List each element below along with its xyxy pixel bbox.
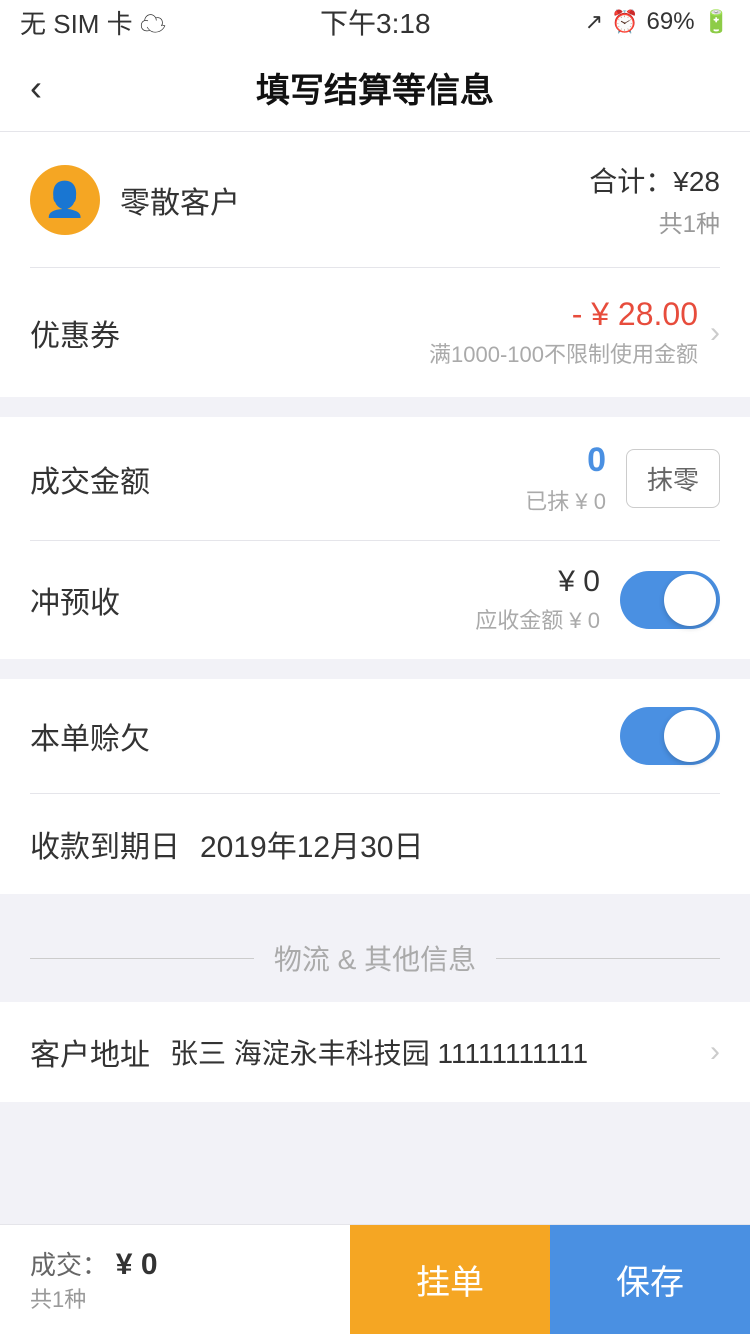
prepay-row: 冲预收 ¥ 0 应收金额 ¥ 0 bbox=[0, 541, 750, 659]
customer-card: 👤 零散客户 合计：¥28 共1种 优惠券 - ¥ 28.00 满1000-10… bbox=[0, 132, 750, 397]
debt-card: 本单赊欠 收款到期日 2019年12月30日 bbox=[0, 679, 750, 894]
chevron-right-icon: › bbox=[710, 316, 720, 350]
amount-label: 成交金额 bbox=[30, 457, 150, 501]
save-button-label: 保存 bbox=[616, 1255, 684, 1304]
total-amount: 合计：¥28 bbox=[589, 160, 720, 200]
coupon-label: 优惠券 bbox=[30, 311, 120, 355]
prepay-toggle[interactable] bbox=[620, 571, 720, 629]
prepay-label: 冲预收 bbox=[30, 578, 120, 622]
duedate-value: 2019年12月30日 bbox=[200, 822, 423, 866]
coupon-discount: - ¥ 28.00 bbox=[429, 296, 698, 333]
address-row[interactable]: 客户地址 张三 海淀永丰科技园 11111111111 › bbox=[0, 1002, 750, 1102]
bottom-summary: 成交： ¥ 0 共1种 bbox=[0, 1245, 350, 1314]
status-right: ↗ ⏰ 69% 🔋 bbox=[585, 8, 730, 36]
avatar-icon: 👤 bbox=[44, 180, 86, 220]
amount-value-block: 0 已抹 ¥ 0 bbox=[525, 441, 606, 516]
battery-label: 69% bbox=[647, 8, 695, 36]
status-time: 下午3:18 bbox=[320, 2, 431, 42]
prepay-right: ¥ 0 应收金额 ¥ 0 bbox=[475, 565, 720, 635]
avatar: 👤 bbox=[30, 165, 100, 235]
debt-toggle-knob bbox=[664, 710, 716, 762]
amount-right: 0 已抹 ¥ 0 抹零 bbox=[525, 441, 720, 516]
customer-left: 👤 零散客户 bbox=[30, 165, 240, 235]
amount-sub: 已抹 ¥ 0 bbox=[525, 484, 606, 516]
debt-toggle[interactable] bbox=[620, 707, 720, 765]
prepay-amount: ¥ 0 bbox=[475, 565, 600, 599]
customer-right: 合计：¥28 共1种 bbox=[589, 160, 720, 239]
logistics-label: 物流 & 其他信息 bbox=[274, 938, 476, 978]
customer-row: 👤 零散客户 合计：¥28 共1种 bbox=[0, 132, 750, 267]
save-button[interactable]: 保存 bbox=[550, 1225, 750, 1334]
debt-label: 本单赊欠 bbox=[30, 714, 150, 758]
bottom-amount: ¥ 0 bbox=[116, 1248, 158, 1281]
debt-row: 本单赊欠 bbox=[0, 679, 750, 793]
status-left: 无 SIM 卡 ☁ bbox=[20, 4, 166, 41]
bottom-title-row: 成交： ¥ 0 bbox=[30, 1245, 320, 1282]
content-area: 👤 零散客户 合计：¥28 共1种 优惠券 - ¥ 28.00 满1000-10… bbox=[0, 132, 750, 1242]
address-label: 客户地址 bbox=[30, 1030, 150, 1074]
address-card: 客户地址 张三 海淀永丰科技园 11111111111 › bbox=[0, 1002, 750, 1102]
logistics-divider-left bbox=[30, 958, 254, 959]
toggle-knob bbox=[664, 574, 716, 626]
amount-value: 0 bbox=[525, 441, 606, 480]
amount-row: 成交金额 0 已抹 ¥ 0 抹零 bbox=[0, 417, 750, 540]
round-button[interactable]: 抹零 bbox=[626, 449, 720, 508]
bottom-count: 共1种 bbox=[30, 1282, 320, 1314]
pending-button-label: 挂单 bbox=[416, 1255, 484, 1304]
logistics-section: 物流 & 其他信息 bbox=[0, 914, 750, 1002]
coupon-description: 满1000-100不限制使用金额 bbox=[429, 337, 698, 369]
customer-name: 零散客户 bbox=[120, 178, 240, 222]
page-title: 填写结算等信息 bbox=[256, 63, 494, 112]
coupon-row[interactable]: 优惠券 - ¥ 28.00 满1000-100不限制使用金额 › bbox=[0, 268, 750, 397]
pending-button[interactable]: 挂单 bbox=[350, 1225, 550, 1334]
coupon-right: - ¥ 28.00 满1000-100不限制使用金额 › bbox=[429, 296, 720, 369]
sim-label: 无 SIM 卡 ☁ bbox=[20, 4, 166, 41]
total-count: 共1种 bbox=[589, 204, 720, 239]
address-chevron-icon: › bbox=[710, 1035, 720, 1069]
alarm-icon: ⏰ bbox=[611, 9, 638, 35]
duedate-label: 收款到期日 bbox=[30, 822, 180, 866]
back-button[interactable]: ‹ bbox=[30, 67, 42, 109]
transaction-card: 成交金额 0 已抹 ¥ 0 抹零 冲预收 ¥ 0 应收金额 ¥ 0 bbox=[0, 417, 750, 659]
prepay-sub: 应收金额 ¥ 0 bbox=[475, 603, 600, 635]
logistics-divider-right bbox=[496, 958, 720, 959]
battery-icon: 🔋 bbox=[703, 9, 730, 35]
location-icon: ↗ bbox=[585, 9, 603, 35]
bottom-title-label: 成交： bbox=[30, 1250, 108, 1280]
nav-bar: ‹ 填写结算等信息 bbox=[0, 44, 750, 132]
prepay-value-block: ¥ 0 应收金额 ¥ 0 bbox=[475, 565, 600, 635]
status-bar: 无 SIM 卡 ☁ 下午3:18 ↗ ⏰ 69% 🔋 bbox=[0, 0, 750, 44]
address-value: 张三 海淀永丰科技园 11111111111 bbox=[170, 1032, 710, 1072]
bottom-bar: 成交： ¥ 0 共1种 挂单 保存 bbox=[0, 1224, 750, 1334]
duedate-row: 收款到期日 2019年12月30日 bbox=[0, 794, 750, 894]
coupon-value-block: - ¥ 28.00 满1000-100不限制使用金额 bbox=[429, 296, 698, 369]
